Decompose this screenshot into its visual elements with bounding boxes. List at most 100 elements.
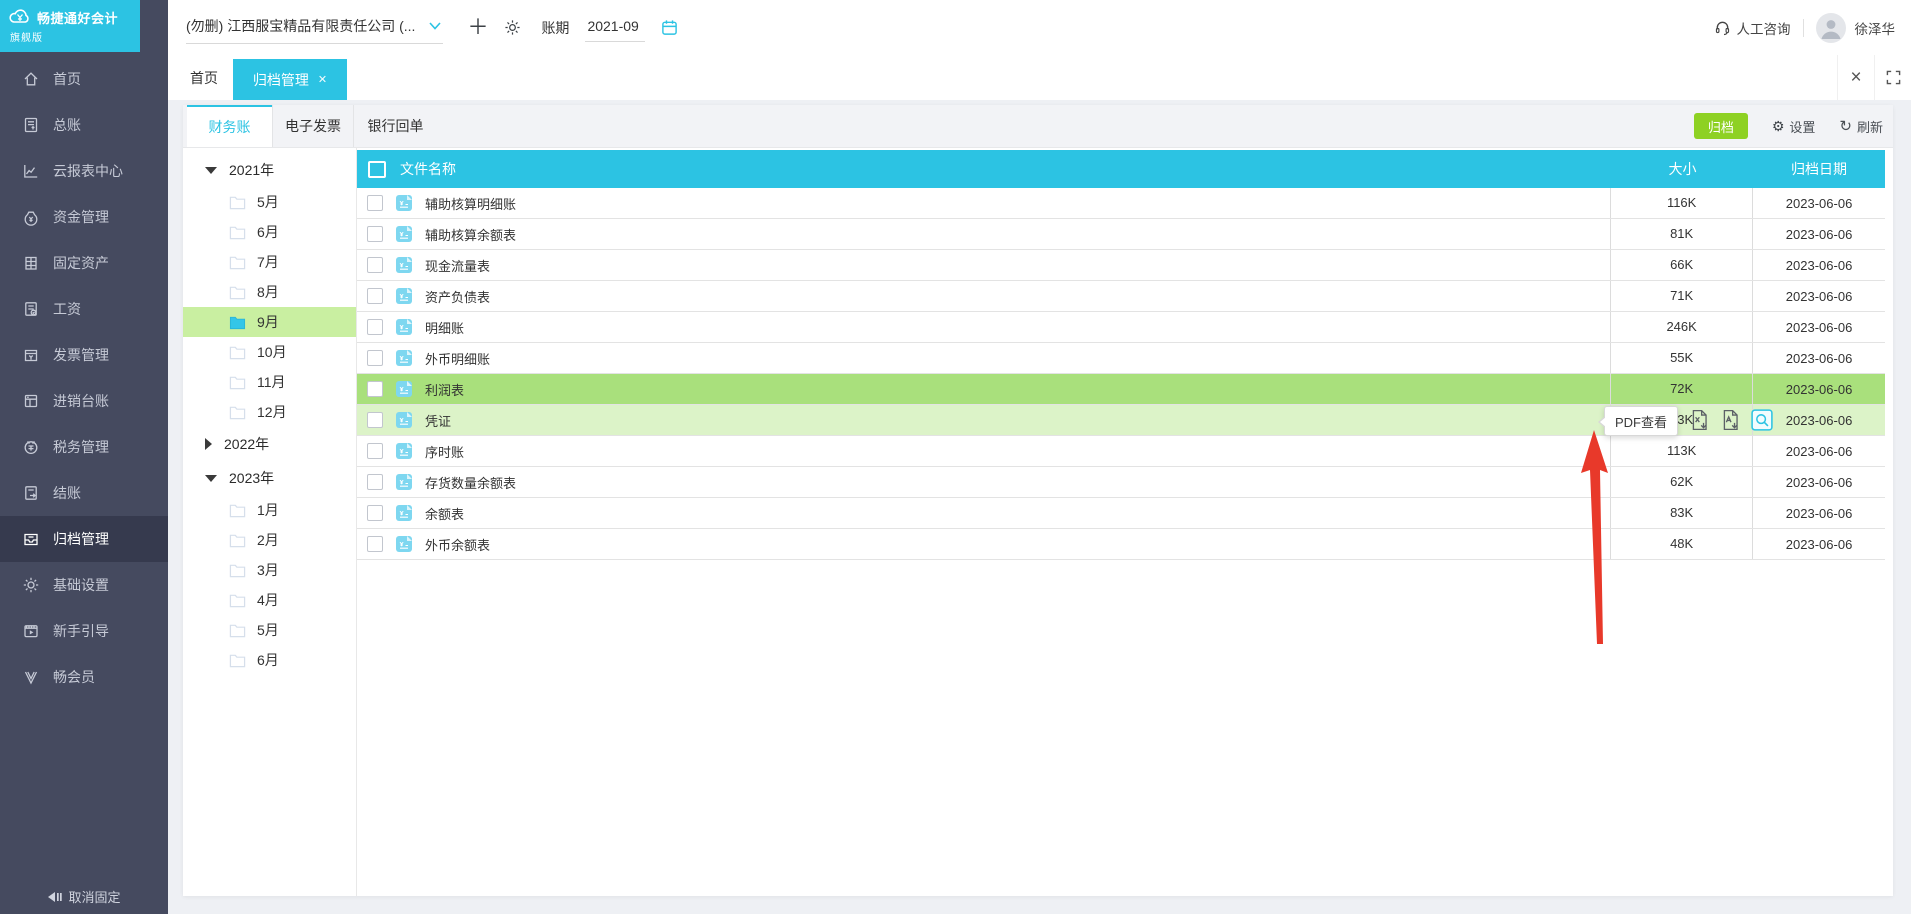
fullscreen-button[interactable]	[1874, 55, 1911, 100]
settings-button[interactable]: ⚙ 设置	[1772, 117, 1816, 136]
sidebar-item-12[interactable]: 新手引导	[0, 608, 168, 654]
folder-icon	[229, 346, 246, 359]
close-tab-icon[interactable]: ✕	[318, 73, 327, 86]
file-name: 存货数量余额表	[425, 475, 517, 491]
row-checkbox[interactable]	[367, 505, 383, 521]
chevron-down-icon	[205, 166, 217, 174]
row-checkbox[interactable]	[367, 288, 383, 304]
tree-month-2021年-10月[interactable]: 10月	[183, 337, 356, 367]
row-checkbox[interactable]	[367, 257, 383, 273]
tree-month-2021年-7月[interactable]: 7月	[183, 247, 356, 277]
refresh-button[interactable]: ↻ 刷新	[1839, 117, 1883, 136]
row-checkbox[interactable]	[367, 443, 383, 459]
table-row-4[interactable]: 明细账 246K 2023-06-06	[357, 312, 1885, 343]
tree-month-2021年-8月[interactable]: 8月	[183, 277, 356, 307]
closing-icon	[25, 486, 37, 500]
unpin-sidebar-button[interactable]: 取消固定	[0, 887, 168, 906]
row-checkbox[interactable]	[367, 226, 383, 242]
tree-year-2022年[interactable]: 2022年	[183, 427, 356, 461]
archive-date: 2023-06-06	[1785, 350, 1853, 366]
subtab-e-invoice[interactable]: 电子发票	[272, 105, 353, 147]
company-selector[interactable]: (勿删) 江西服宝精品有限责任公司 (...	[186, 12, 444, 44]
sidebar-item-11[interactable]: 基础设置	[0, 562, 168, 608]
table-row-1[interactable]: 辅助核算余额表 81K 2023-06-06	[357, 219, 1885, 250]
row-checkbox[interactable]	[367, 474, 383, 490]
sidebar-item-0[interactable]: 首页	[0, 56, 168, 102]
subtab-finance-ledger[interactable]: 财务账	[187, 105, 272, 147]
calendar-icon[interactable]	[661, 19, 678, 36]
row-checkbox[interactable]	[367, 536, 383, 552]
column-size: 大小	[1668, 161, 1697, 177]
sidebar-item-4[interactable]: 固定资产	[0, 240, 168, 286]
sidebar-item-label: 基础设置	[53, 577, 109, 593]
table-row-10[interactable]: 余额表 83K 2023-06-06	[357, 498, 1885, 529]
file-size: 55K	[1611, 343, 1754, 373]
sidebar-item-label: 首页	[53, 71, 81, 87]
excel-download-icon[interactable]	[1689, 409, 1711, 431]
tree-month-2023年-1月[interactable]: 1月	[183, 495, 356, 525]
table-row-6[interactable]: 利润表 72K 2023-06-06	[357, 374, 1885, 405]
tree-month-2023年-6月[interactable]: 6月	[183, 645, 356, 675]
tree-month-2021年-11月[interactable]: 11月	[183, 367, 356, 397]
tree-month-2021年-9月[interactable]: 9月	[183, 307, 356, 337]
live-support-link[interactable]: 人工咨询	[1714, 18, 1791, 38]
row-checkbox[interactable]	[367, 412, 383, 428]
gear-icon: ⚙	[1771, 117, 1785, 134]
file-name: 外币明细账	[425, 351, 491, 367]
tree-month-2023年-4月[interactable]: 4月	[183, 585, 356, 615]
pdf-download-icon[interactable]	[1720, 409, 1742, 431]
sidebar-item-2[interactable]: 云报表中心	[0, 148, 168, 194]
tree-month-2023年-3月[interactable]: 3月	[183, 555, 356, 585]
sidebar-item-13[interactable]: 畅会员	[0, 654, 168, 700]
sidebar-item-1[interactable]: 总账	[0, 102, 168, 148]
tree-year-2021年[interactable]: 2021年	[183, 153, 356, 187]
subtab-bank-receipt[interactable]: 银行回单	[353, 105, 437, 147]
invoice-icon	[24, 349, 38, 362]
tree-month-2023年-5月[interactable]: 5月	[183, 615, 356, 645]
select-all-checkbox[interactable]	[368, 160, 386, 178]
tree-month-2023年-2月[interactable]: 2月	[183, 525, 356, 555]
row-checkbox[interactable]	[367, 381, 383, 397]
document-tabs: 首页 归档管理 ✕ ×	[168, 55, 1911, 100]
tab-archive-management[interactable]: 归档管理 ✕	[233, 59, 347, 100]
add-account-button[interactable]: ＋	[467, 17, 488, 38]
period-value[interactable]: 2021-09	[585, 14, 645, 42]
cloud-report-icon	[24, 165, 38, 178]
sidebar-item-label: 工资	[53, 301, 81, 317]
file-icon	[396, 443, 412, 459]
table-row-3[interactable]: 资产负债表 71K 2023-06-06	[357, 281, 1885, 312]
sidebar-item-3[interactable]: 资金管理	[0, 194, 168, 240]
tree-month-2021年-5月[interactable]: 5月	[183, 187, 356, 217]
file-name: 余额表	[425, 506, 465, 522]
sidebar-item-7[interactable]: 进销台账	[0, 378, 168, 424]
sidebar-item-10[interactable]: 归档管理	[0, 516, 168, 562]
account-settings-icon[interactable]	[504, 19, 521, 36]
table-header: 文件名称 大小 归档日期	[357, 150, 1885, 188]
folder-icon	[229, 504, 246, 517]
sidebar-item-label: 结账	[53, 485, 81, 501]
file-icon	[396, 350, 412, 366]
folder-icon	[229, 564, 246, 577]
user-menu[interactable]: 徐泽华	[1815, 12, 1895, 43]
table-body: 辅助核算明细账 116K 2023-06-06 辅助核算余额表 81K 2023-06-0…	[357, 188, 1885, 560]
sidebar-item-6[interactable]: 发票管理	[0, 332, 168, 378]
sidebar-item-9[interactable]: 结账	[0, 470, 168, 516]
sidebar-item-8[interactable]: 税务管理	[0, 424, 168, 470]
sidebar-item-5[interactable]: 工资	[0, 286, 168, 332]
table-row-9[interactable]: 存货数量余额表 62K 2023-06-06	[357, 467, 1885, 498]
close-all-tabs-button[interactable]: ×	[1837, 55, 1874, 100]
table-row-8[interactable]: 序时账 113K 2023-06-06	[357, 436, 1885, 467]
table-row-11[interactable]: 外币余额表 48K 2023-06-06	[357, 529, 1885, 560]
table-row-0[interactable]: 辅助核算明细账 116K 2023-06-06	[357, 188, 1885, 219]
archive-button[interactable]: 归档	[1693, 113, 1748, 139]
row-checkbox[interactable]	[367, 350, 383, 366]
row-checkbox[interactable]	[367, 319, 383, 335]
tree-year-2023年[interactable]: 2023年	[183, 461, 356, 495]
tree-month-2021年-12月[interactable]: 12月	[183, 397, 356, 427]
row-checkbox[interactable]	[367, 195, 383, 211]
table-row-2[interactable]: 现金流量表 66K 2023-06-06	[357, 250, 1885, 281]
pdf-view-icon[interactable]	[1751, 409, 1773, 431]
tree-month-2021年-6月[interactable]: 6月	[183, 217, 356, 247]
tab-home[interactable]: 首页	[190, 55, 218, 100]
table-row-5[interactable]: 外币明细账 55K 2023-06-06	[357, 343, 1885, 374]
